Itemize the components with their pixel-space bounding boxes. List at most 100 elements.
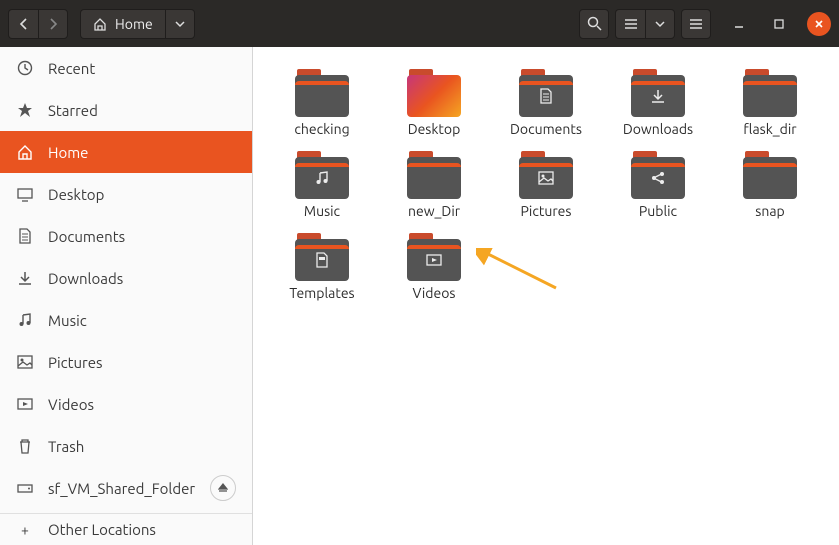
home-icon xyxy=(16,144,34,160)
list-icon xyxy=(624,18,638,30)
sidebar-item-pictures[interactable]: Pictures xyxy=(0,341,252,383)
video-icon xyxy=(16,396,34,412)
folder-icon xyxy=(295,233,349,281)
folder-icon xyxy=(519,151,573,199)
folder-videos[interactable]: Videos xyxy=(379,229,489,305)
plus-icon: + xyxy=(16,522,34,538)
folder-downloads[interactable]: Downloads xyxy=(603,65,713,141)
folder-label: new_Dir xyxy=(408,203,460,219)
location-home-button[interactable]: Home xyxy=(80,9,165,39)
location-label: Home xyxy=(115,16,153,32)
download-icon xyxy=(16,270,34,286)
eject-button[interactable] xyxy=(210,475,236,501)
folder-pictures[interactable]: Pictures xyxy=(491,147,601,223)
sidebar-item-label: Trash xyxy=(48,438,84,455)
folder-label: Templates xyxy=(289,285,354,301)
music-icon xyxy=(16,312,34,328)
window-minimize-button[interactable] xyxy=(727,12,751,36)
location-bar: Home xyxy=(80,9,195,39)
sidebar-item-starred[interactable]: Starred xyxy=(0,89,252,131)
sidebar-item-recent[interactable]: Recent xyxy=(0,47,252,89)
view-list-button[interactable] xyxy=(615,9,645,39)
folder-new-dir[interactable]: new_Dir xyxy=(379,147,489,223)
folder-label: Documents xyxy=(510,121,582,137)
folder-icon xyxy=(407,151,461,199)
view-group xyxy=(615,9,675,39)
folder-flask-dir[interactable]: flask_dir xyxy=(715,65,825,141)
sidebar-item-downloads[interactable]: Downloads xyxy=(0,257,252,299)
folder-icon xyxy=(743,69,797,117)
document-icon xyxy=(539,88,553,104)
hamburger-menu-button[interactable] xyxy=(681,9,711,39)
folder-label: Downloads xyxy=(623,121,693,137)
folder-label: Pictures xyxy=(521,203,572,219)
sidebar-item-label: sf_VM_Shared_Folder xyxy=(48,480,195,497)
folder-label: checking xyxy=(294,121,349,137)
sidebar-item-label: Videos xyxy=(48,396,94,413)
search-icon xyxy=(587,16,602,31)
chevron-down-icon xyxy=(655,20,665,28)
folder-label: snap xyxy=(755,203,784,219)
folder-label: Videos xyxy=(413,285,456,301)
sidebar: Recent Starred Home Desktop Documents Downloa… xyxy=(0,47,253,545)
folder-desktop[interactable]: Desktop xyxy=(379,65,489,141)
folder-templates[interactable]: Templates xyxy=(267,229,377,305)
home-icon xyxy=(93,17,107,31)
folder-icon xyxy=(631,69,685,117)
content-area: checking Desktop Documents Downloads flask_d… xyxy=(253,47,839,545)
window-close-button[interactable] xyxy=(807,12,831,36)
folder-icon xyxy=(407,233,461,281)
sidebar-item-videos[interactable]: Videos xyxy=(0,383,252,425)
folder-grid: checking Desktop Documents Downloads flask_d… xyxy=(267,65,825,305)
sidebar-item-label: Documents xyxy=(48,228,125,245)
folder-icon xyxy=(631,151,685,199)
video-icon xyxy=(426,252,442,268)
share-icon xyxy=(650,170,666,186)
hamburger-icon xyxy=(689,18,703,30)
sidebar-item-label: Starred xyxy=(48,102,98,119)
folder-public[interactable]: Public xyxy=(603,147,713,223)
folder-icon xyxy=(407,69,461,117)
folder-snap[interactable]: snap xyxy=(715,147,825,223)
document-icon xyxy=(16,228,34,244)
sidebar-item-music[interactable]: Music xyxy=(0,299,252,341)
folder-documents[interactable]: Documents xyxy=(491,65,601,141)
sidebar-item-desktop[interactable]: Desktop xyxy=(0,173,252,215)
folder-label: Desktop xyxy=(408,121,461,137)
sidebar-item-label: Home xyxy=(48,144,88,161)
folder-icon xyxy=(295,69,349,117)
template-icon xyxy=(315,252,329,268)
titlebar: Home xyxy=(0,0,839,47)
clock-icon xyxy=(16,60,34,76)
picture-icon xyxy=(16,354,34,370)
folder-label: Music xyxy=(304,203,340,219)
music-icon xyxy=(314,170,330,186)
trash-icon xyxy=(16,438,34,454)
nav-forward-button[interactable] xyxy=(38,9,68,39)
star-icon xyxy=(16,102,34,118)
folder-music[interactable]: Music xyxy=(267,147,377,223)
sidebar-other-locations[interactable]: + Other Locations xyxy=(0,513,252,545)
sidebar-item-label: Downloads xyxy=(48,270,123,287)
sidebar-item-home[interactable]: Home xyxy=(0,131,252,173)
chevron-down-icon xyxy=(175,20,185,28)
sidebar-item-label: Other Locations xyxy=(48,521,156,538)
sidebar-item-trash[interactable]: Trash xyxy=(0,425,252,467)
sidebar-item-label: Desktop xyxy=(48,186,104,203)
folder-icon xyxy=(295,151,349,199)
sidebar-item-documents[interactable]: Documents xyxy=(0,215,252,257)
search-button[interactable] xyxy=(579,9,609,39)
nav-group xyxy=(8,9,68,39)
sidebar-item-sf-vm[interactable]: sf_VM_Shared_Folder xyxy=(0,467,252,509)
location-dropdown-button[interactable] xyxy=(165,9,195,39)
drive-icon xyxy=(16,480,34,496)
view-dropdown-button[interactable] xyxy=(645,9,675,39)
window-maximize-button[interactable] xyxy=(767,12,791,36)
sidebar-item-label: Music xyxy=(48,312,87,329)
download-icon xyxy=(650,88,666,104)
nav-back-button[interactable] xyxy=(8,9,38,39)
folder-checking[interactable]: checking xyxy=(267,65,377,141)
folder-label: flask_dir xyxy=(743,121,796,137)
sidebar-item-label: Recent xyxy=(48,60,95,77)
sidebar-item-label: Pictures xyxy=(48,354,103,371)
